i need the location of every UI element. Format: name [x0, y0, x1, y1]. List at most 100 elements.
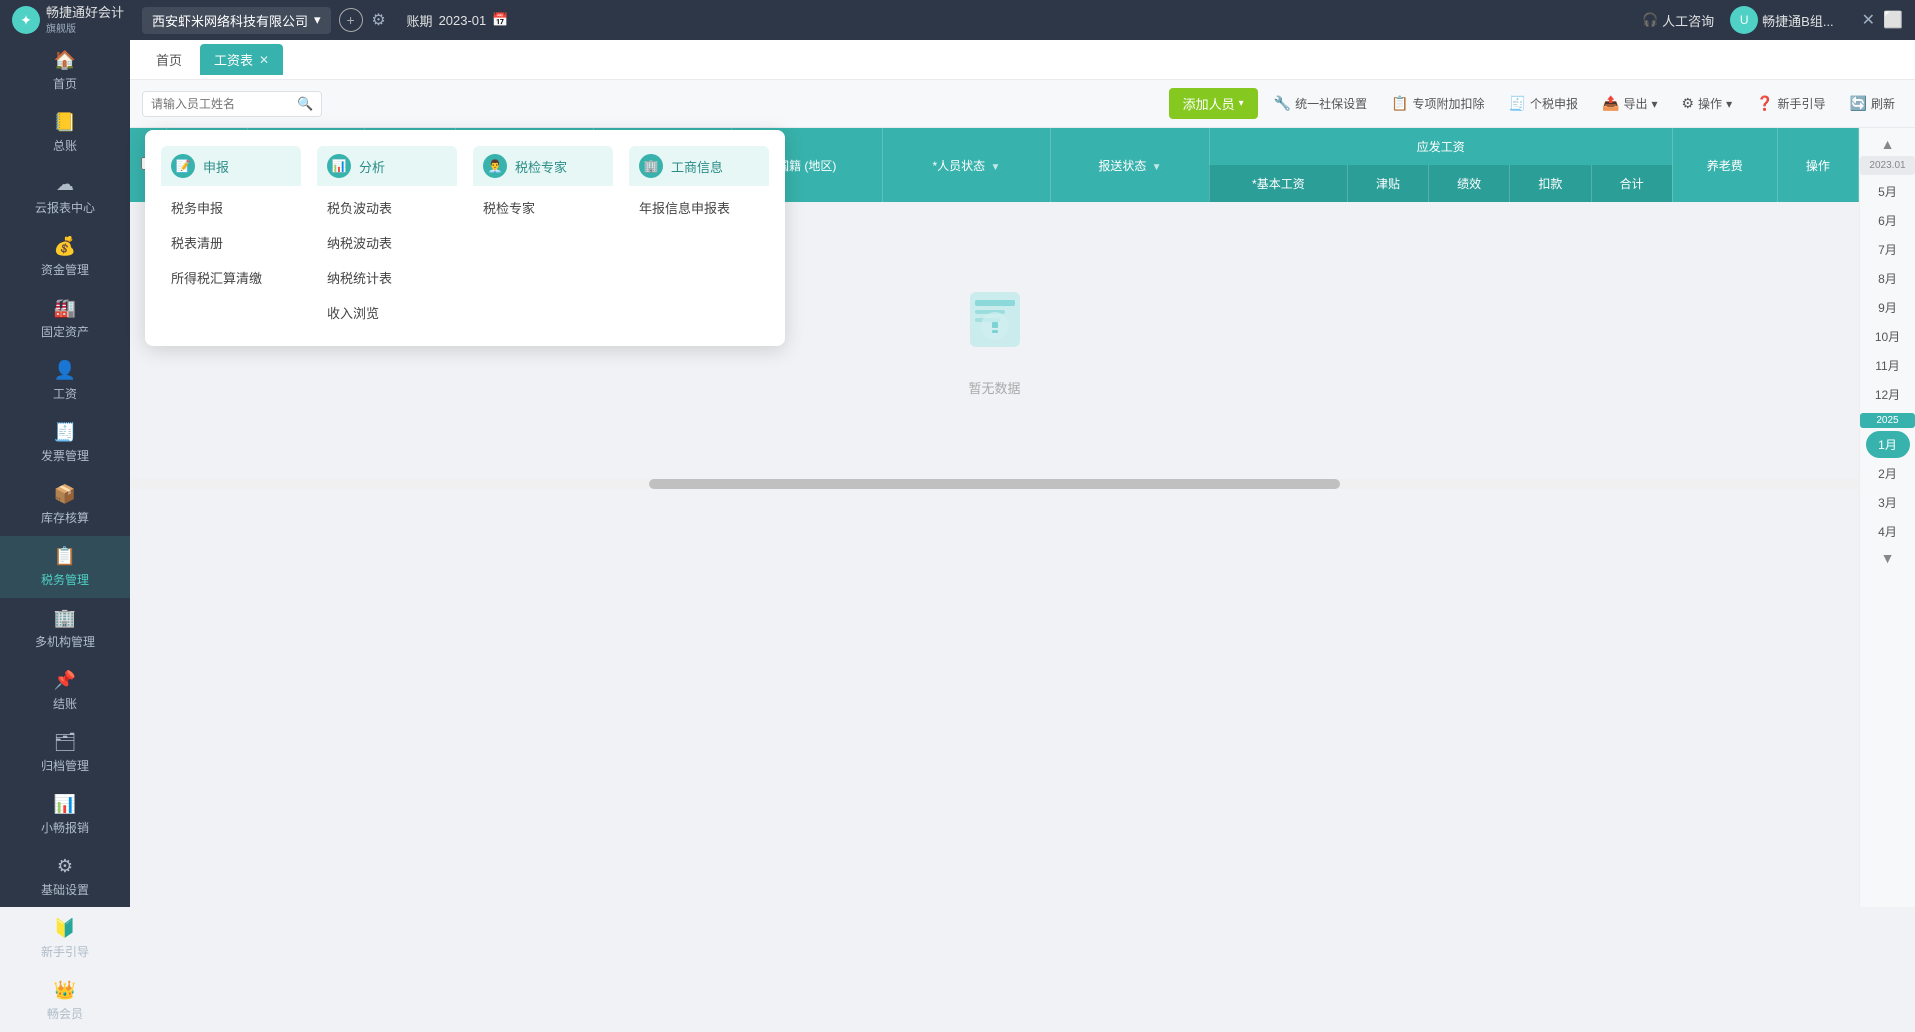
tab-close-payroll-table[interactable]: ✕ — [259, 53, 269, 67]
tab-home[interactable]: 首页 — [142, 44, 196, 75]
th-base-salary: *基本工资 — [1209, 165, 1347, 202]
cal-month-2023-7月[interactable]: 7月 — [1866, 236, 1910, 263]
sidebar-item-invoice[interactable]: 🧾发票管理 — [0, 412, 130, 474]
cal-month-2023-11月[interactable]: 11月 — [1866, 352, 1910, 379]
sidebar-item-multi-org[interactable]: 🏢多机构管理 — [0, 598, 130, 660]
dropdown-item-tax-inspection[interactable]: 税检专家 — [473, 190, 613, 225]
toolbar: 🔍 添加人员 ▾ 🔧 统一社保设置 📋 专项附加扣除 🧾 个税申报 📤 导出 — [130, 80, 1915, 128]
cal-month-2025-4月[interactable]: 4月 — [1866, 518, 1910, 545]
add-company-button[interactable]: + — [339, 8, 363, 32]
dropdown-item-income-settlement[interactable]: 所得税汇算清缴 — [161, 260, 301, 295]
operations-action[interactable]: ⚙ 操作 ▾ — [1673, 91, 1740, 116]
cal-month-2023-9月[interactable]: 9月 — [1866, 294, 1910, 321]
sidebar-icon-xiaochang: 📊 — [54, 794, 76, 815]
window-controls: ✕ ⬜ — [1862, 10, 1903, 30]
close-window-button[interactable]: ✕ — [1862, 10, 1875, 30]
sidebar-item-payroll[interactable]: 👤工资 — [0, 350, 130, 412]
sidebar-item-close[interactable]: 📌 结账 — [0, 660, 130, 722]
search-wrap: 🔍 — [142, 91, 322, 117]
sidebar-item-xiaochang[interactable]: 📊小畅报销 — [0, 784, 130, 846]
sidebar-label-ledger: 总账 — [53, 137, 77, 154]
category-title-analysis: 分析 — [359, 157, 385, 176]
company-dropdown-icon: ▾ — [314, 12, 321, 28]
dropdown-item-tax-payment[interactable]: 纳税波动表 — [317, 225, 457, 260]
dropdown-item-tax-filing[interactable]: 税务申报 — [161, 190, 301, 225]
app-subtitle: 旗舰版 — [46, 20, 124, 35]
sidebar-item-ledger[interactable]: 📒总账 — [0, 102, 130, 164]
sidebar-item-inventory[interactable]: 📦库存核算 — [0, 474, 130, 536]
th-operations: 操作 — [1777, 128, 1858, 202]
horizontal-scrollbar[interactable] — [130, 479, 1859, 489]
dropdown-item-annual-report[interactable]: 年报信息申报表 — [629, 190, 769, 225]
report-status-filter-icon[interactable]: ▼ — [1152, 162, 1162, 173]
social-insurance-action[interactable]: 🔧 统一社保设置 — [1266, 91, 1375, 116]
dropdown-item-tax-burden[interactable]: 税负波动表 — [317, 190, 457, 225]
operations-dropdown-icon: ▾ — [1726, 97, 1732, 111]
dropdown-item-tax-stats[interactable]: 纳税统计表 — [317, 260, 457, 295]
sidebar-item-cloud-report[interactable]: ☁云报表中心 — [0, 164, 130, 226]
support-button[interactable]: 🎧 人工咨询 — [1642, 11, 1714, 30]
scrollbar-thumb[interactable] — [649, 479, 1341, 489]
deduct-action[interactable]: 📋 专项附加扣除 — [1383, 91, 1492, 116]
category-title-declaration: 申报 — [203, 157, 229, 176]
tax-dropdown-menu: 📝 申报 税务申报税表清册所得税汇算清缴 📊 分析 税负波动表纳税波动表纳税统计… — [145, 130, 785, 346]
cal-month-2023-5月[interactable]: 5月 — [1866, 178, 1910, 205]
cal-month-2023-8月[interactable]: 8月 — [1866, 265, 1910, 292]
category-header-business-info: 🏢 工商信息 — [629, 146, 769, 186]
dropdown-category-analysis: 📊 分析 税负波动表纳税波动表纳税统计表收入浏览 — [317, 146, 457, 330]
guide-label: 新手引导 — [1778, 95, 1826, 112]
add-person-button[interactable]: 添加人员 ▾ — [1169, 88, 1258, 119]
cal-month-2023-10月[interactable]: 10月 — [1866, 323, 1910, 350]
sidebar-item-guide[interactable]: 🔰新手引导 — [0, 908, 130, 970]
category-icon-analysis: 📊 — [327, 154, 351, 178]
tax-report-action[interactable]: 🧾 个税申报 — [1501, 91, 1586, 116]
category-icon-tax-expert: 👨‍💼 — [483, 154, 507, 178]
sidebar-label-tax: 税务管理 — [41, 571, 89, 588]
sidebar-item-basic[interactable]: ⚙基础设置 — [0, 846, 130, 908]
calendar-year-label: 2023.01 — [1860, 156, 1915, 175]
refresh-action[interactable]: 🔄 刷新 — [1842, 91, 1903, 116]
sidebar-item-funds[interactable]: 💰资金管理 — [0, 226, 130, 288]
tax-report-label: 个税申报 — [1530, 95, 1578, 112]
cal-month-2025-2月[interactable]: 2月 — [1866, 460, 1910, 487]
status-filter-icon[interactable]: ▼ — [990, 162, 1000, 173]
category-icon-business-info: 🏢 — [639, 154, 663, 178]
tab-label-home: 首页 — [156, 50, 182, 69]
sidebar-item-tax[interactable]: 📋税务管理 — [0, 536, 130, 598]
dropdown-item-tax-table[interactable]: 税表清册 — [161, 225, 301, 260]
calendar-prev-button[interactable]: ▲ — [1876, 132, 1900, 156]
sidebar-icon-close: 📌 — [54, 670, 76, 691]
add-person-label: 添加人员 — [1183, 94, 1235, 113]
cal-month-2023-6月[interactable]: 6月 — [1866, 207, 1910, 234]
company-selector[interactable]: 西安虾米网络科技有限公司 ▾ — [142, 7, 331, 34]
calendar-next-button[interactable]: ▼ — [1876, 546, 1900, 570]
th-performance: 绩效 — [1429, 165, 1510, 202]
sidebar-item-assets[interactable]: 🏭固定资产 — [0, 288, 130, 350]
period-label: 账期 — [407, 11, 433, 30]
operations-label: 操作 — [1698, 95, 1722, 112]
sidebar-item-archive[interactable]: 🗂归档管理 — [0, 722, 130, 784]
cal-month-2023-12月[interactable]: 12月 — [1866, 381, 1910, 408]
calendar-icon[interactable]: 📅 — [492, 12, 508, 28]
search-input[interactable] — [151, 97, 291, 111]
app-title: 畅捷通好会计 — [46, 5, 124, 21]
company-name: 西安虾米网络科技有限公司 — [152, 11, 308, 30]
sidebar-icon-guide: 🔰 — [54, 918, 76, 939]
user-menu[interactable]: U 畅捷通B组... — [1730, 6, 1834, 34]
dropdown-item-income-browse[interactable]: 收入浏览 — [317, 295, 457, 330]
sidebar-icon-funds: 💰 — [54, 236, 76, 257]
cal-month-2025-1月[interactable]: 1月 — [1866, 431, 1910, 458]
settings-button[interactable]: ⚙ — [367, 8, 391, 32]
tab-payroll-table[interactable]: 工资表✕ — [200, 44, 283, 75]
sidebar-label-close: 结账 — [53, 695, 77, 712]
refresh-label: 刷新 — [1871, 95, 1895, 112]
export-action[interactable]: 📤 导出 ▾ — [1594, 91, 1665, 116]
guide-action[interactable]: ❓ 新手引导 — [1748, 91, 1833, 116]
sidebar-item-home[interactable]: 🏠首页 — [0, 40, 130, 102]
sidebar-label-assets: 固定资产 — [41, 323, 89, 340]
category-header-declaration: 📝 申报 — [161, 146, 301, 186]
sidebar-label-inventory: 库存核算 — [41, 509, 89, 526]
maximize-window-button[interactable]: ⬜ — [1883, 10, 1903, 30]
sidebar-item-member[interactable]: 👑畅会员 — [0, 970, 130, 1032]
cal-month-2025-3月[interactable]: 3月 — [1866, 489, 1910, 516]
